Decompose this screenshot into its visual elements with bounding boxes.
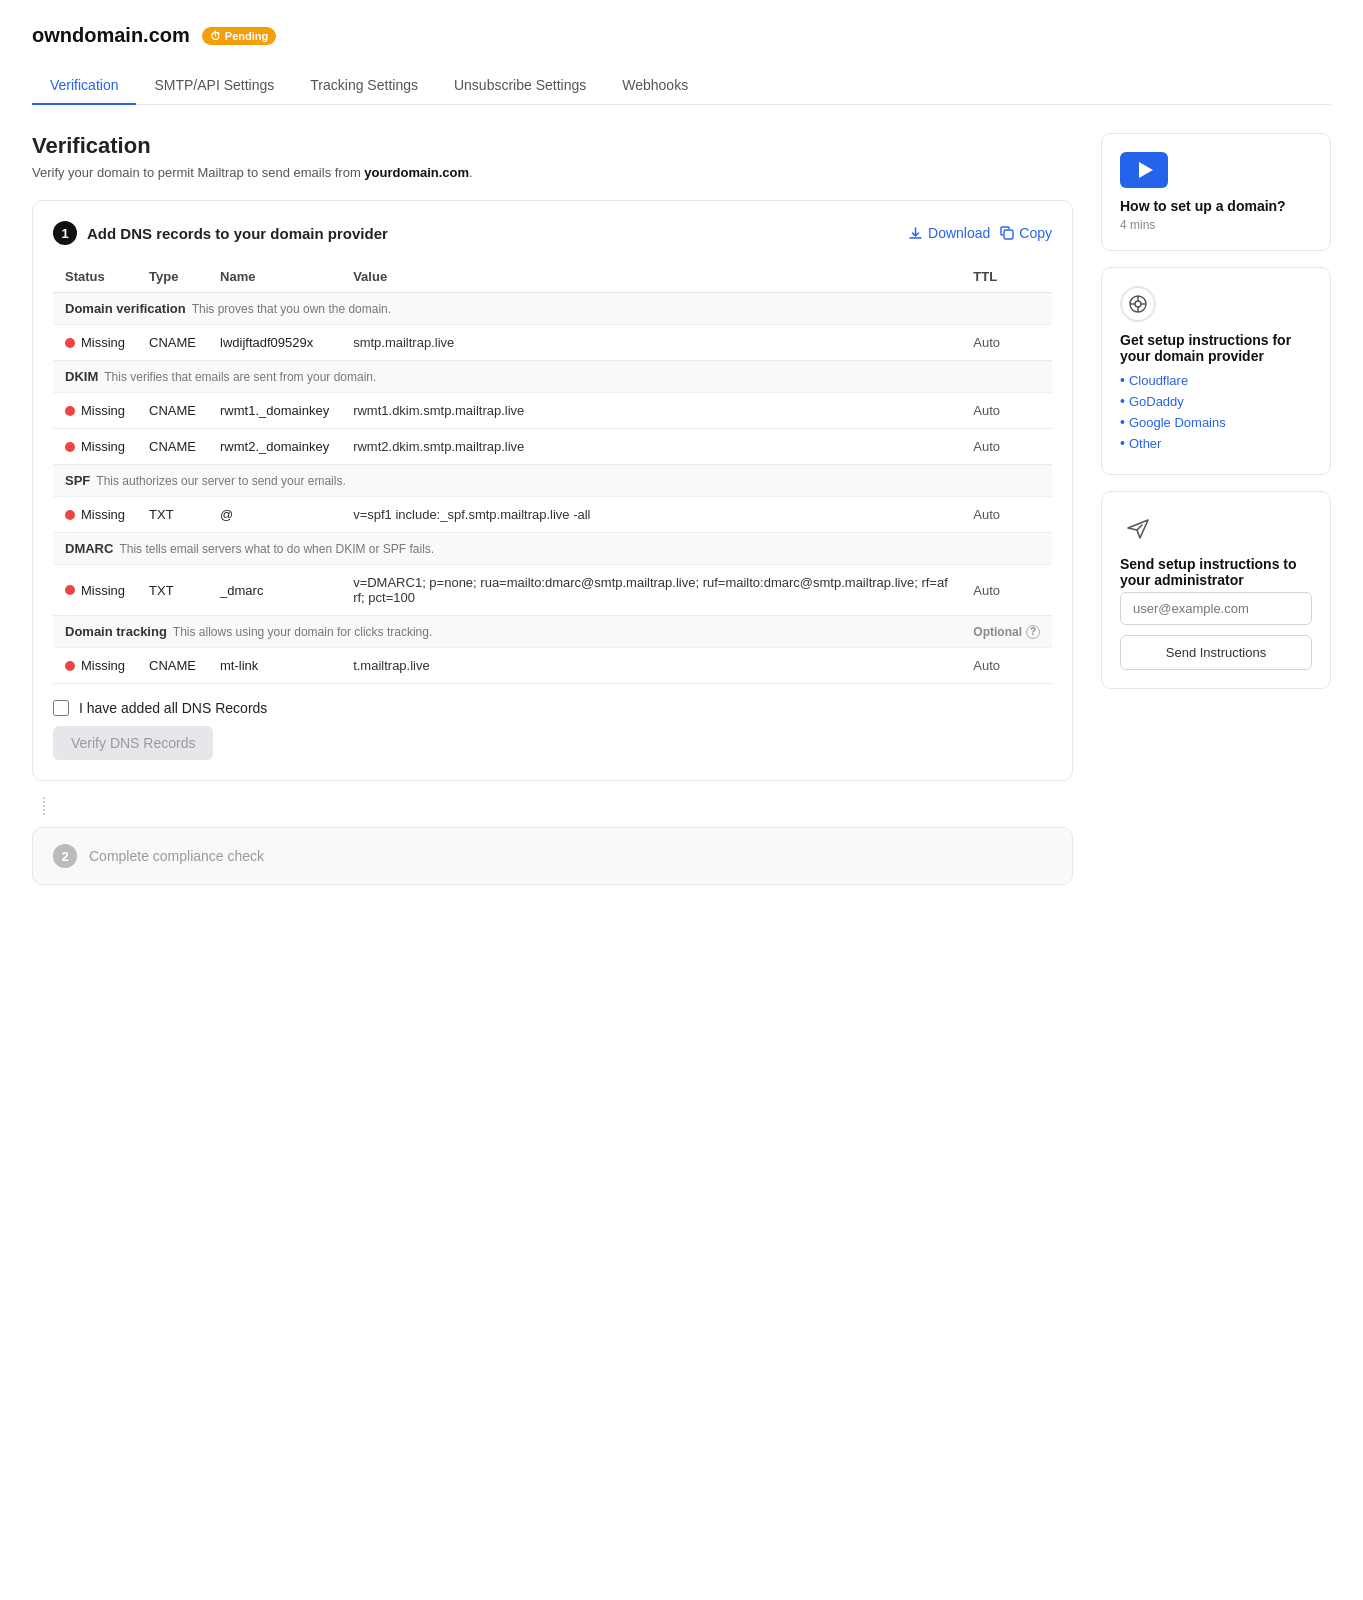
col-ttl: TTL (961, 261, 1052, 293)
name-cell: lwdijftadf09529x (208, 325, 341, 361)
table-row: Missing CNAME rwmt2._domainkey rwmt2.dki… (53, 429, 1052, 465)
step2-card: 2 Complete compliance check (32, 827, 1073, 885)
col-type: Type (137, 261, 208, 293)
verify-dns-button[interactable]: Verify DNS Records (53, 726, 213, 760)
dns-records-card: 1 Add DNS records to your domain provide… (32, 200, 1073, 781)
svg-line-7 (1137, 525, 1142, 530)
provider-icon (1120, 286, 1156, 322)
ttl-cell: Auto (961, 325, 1052, 361)
svg-rect-0 (1004, 230, 1013, 239)
tab-unsubscribe[interactable]: Unsubscribe Settings (436, 67, 604, 105)
table-row: Missing TXT @ v=spf1 include:_spf.smtp.m… (53, 497, 1052, 533)
col-status: Status (53, 261, 137, 293)
send-card-title: Send setup instructions to your administ… (1120, 556, 1312, 588)
status-dot-missing (65, 338, 75, 348)
copy-button[interactable]: Copy (1000, 225, 1052, 241)
tab-verification[interactable]: Verification (32, 67, 136, 105)
status-dot-missing (65, 661, 75, 671)
status-dot-missing (65, 585, 75, 595)
send-instructions-card: Send setup instructions to your administ… (1101, 491, 1331, 689)
table-row: Missing CNAME mt-link t.mailtrap.live Au… (53, 648, 1052, 684)
pending-badge: Pending (202, 27, 276, 45)
dotted-connector (43, 797, 1073, 815)
status-dot-missing (65, 510, 75, 520)
col-name: Name (208, 261, 341, 293)
provider-cloudflare[interactable]: Cloudflare (1120, 372, 1312, 388)
svg-point-2 (1135, 301, 1141, 307)
sidebar: How to set up a domain? 4 mins Get setup… (1101, 133, 1331, 885)
email-input[interactable] (1120, 592, 1312, 625)
video-card: How to set up a domain? 4 mins (1101, 133, 1331, 251)
provider-google-domains[interactable]: Google Domains (1120, 414, 1312, 430)
value-cell: smtp.mailtrap.live (341, 325, 961, 361)
section-spf: SPFThis authorizes our server to send yo… (53, 465, 1052, 497)
table-row: Missing CNAME rwmt1._domainkey rwmt1.dki… (53, 393, 1052, 429)
table-row: Missing CNAME lwdijftadf09529x smtp.mail… (53, 325, 1052, 361)
provider-godaddy[interactable]: GoDaddy (1120, 393, 1312, 409)
video-duration: 4 mins (1120, 218, 1312, 232)
send-icon (1124, 514, 1152, 542)
section-dmarc: DMARCThis tells email servers what to do… (53, 533, 1052, 565)
page-title: Verification (32, 133, 1073, 159)
provider-card-title: Get setup instructions for your domain p… (1120, 332, 1312, 364)
send-icon-wrap (1120, 510, 1156, 546)
domain-title: owndomain.com (32, 24, 190, 47)
optional-badge: Optional ? (973, 625, 1040, 639)
dns-confirm-row: I have added all DNS Records (53, 700, 1052, 716)
type-cell: CNAME (137, 325, 208, 361)
provider-card: Get setup instructions for your domain p… (1101, 267, 1331, 475)
step2-title: Complete compliance check (89, 848, 264, 864)
page-subtitle: Verify your domain to permit Mailtrap to… (32, 165, 1073, 180)
video-thumbnail[interactable] (1120, 152, 1168, 188)
play-icon (1139, 162, 1153, 178)
step1-badge: 1 (53, 221, 77, 245)
section-domain-tracking: Domain trackingThis allows using your do… (53, 616, 1052, 648)
col-value: Value (341, 261, 961, 293)
send-instructions-button[interactable]: Send Instructions (1120, 635, 1312, 670)
copy-icon (1000, 226, 1014, 240)
tabs: Verification SMTP/API Settings Tracking … (32, 67, 1331, 105)
provider-other[interactable]: Other (1120, 435, 1312, 451)
tab-smtp[interactable]: SMTP/API Settings (136, 67, 292, 105)
video-title: How to set up a domain? (1120, 198, 1312, 214)
dns-confirm-checkbox[interactable] (53, 700, 69, 716)
tab-tracking[interactable]: Tracking Settings (292, 67, 436, 105)
tab-webhooks[interactable]: Webhooks (604, 67, 706, 105)
provider-links: Cloudflare GoDaddy Google Domains Other (1120, 372, 1312, 451)
dns-table: Status Type Name Value TTL Domain verifi… (53, 261, 1052, 684)
status-dot-missing (65, 442, 75, 452)
info-icon[interactable]: ? (1026, 625, 1040, 639)
section-dkim: DKIMThis verifies that emails are sent f… (53, 361, 1052, 393)
status-dot-missing (65, 406, 75, 416)
section-domain-verification: Domain verificationThis proves that you … (53, 293, 1052, 325)
download-button[interactable]: Download (908, 225, 990, 241)
dns-confirm-label[interactable]: I have added all DNS Records (79, 700, 267, 716)
step2-badge: 2 (53, 844, 77, 868)
table-row: Missing TXT _dmarc v=DMARC1; p=none; rua… (53, 565, 1052, 616)
dns-card-title: Add DNS records to your domain provider (87, 225, 908, 242)
download-icon (908, 226, 923, 241)
